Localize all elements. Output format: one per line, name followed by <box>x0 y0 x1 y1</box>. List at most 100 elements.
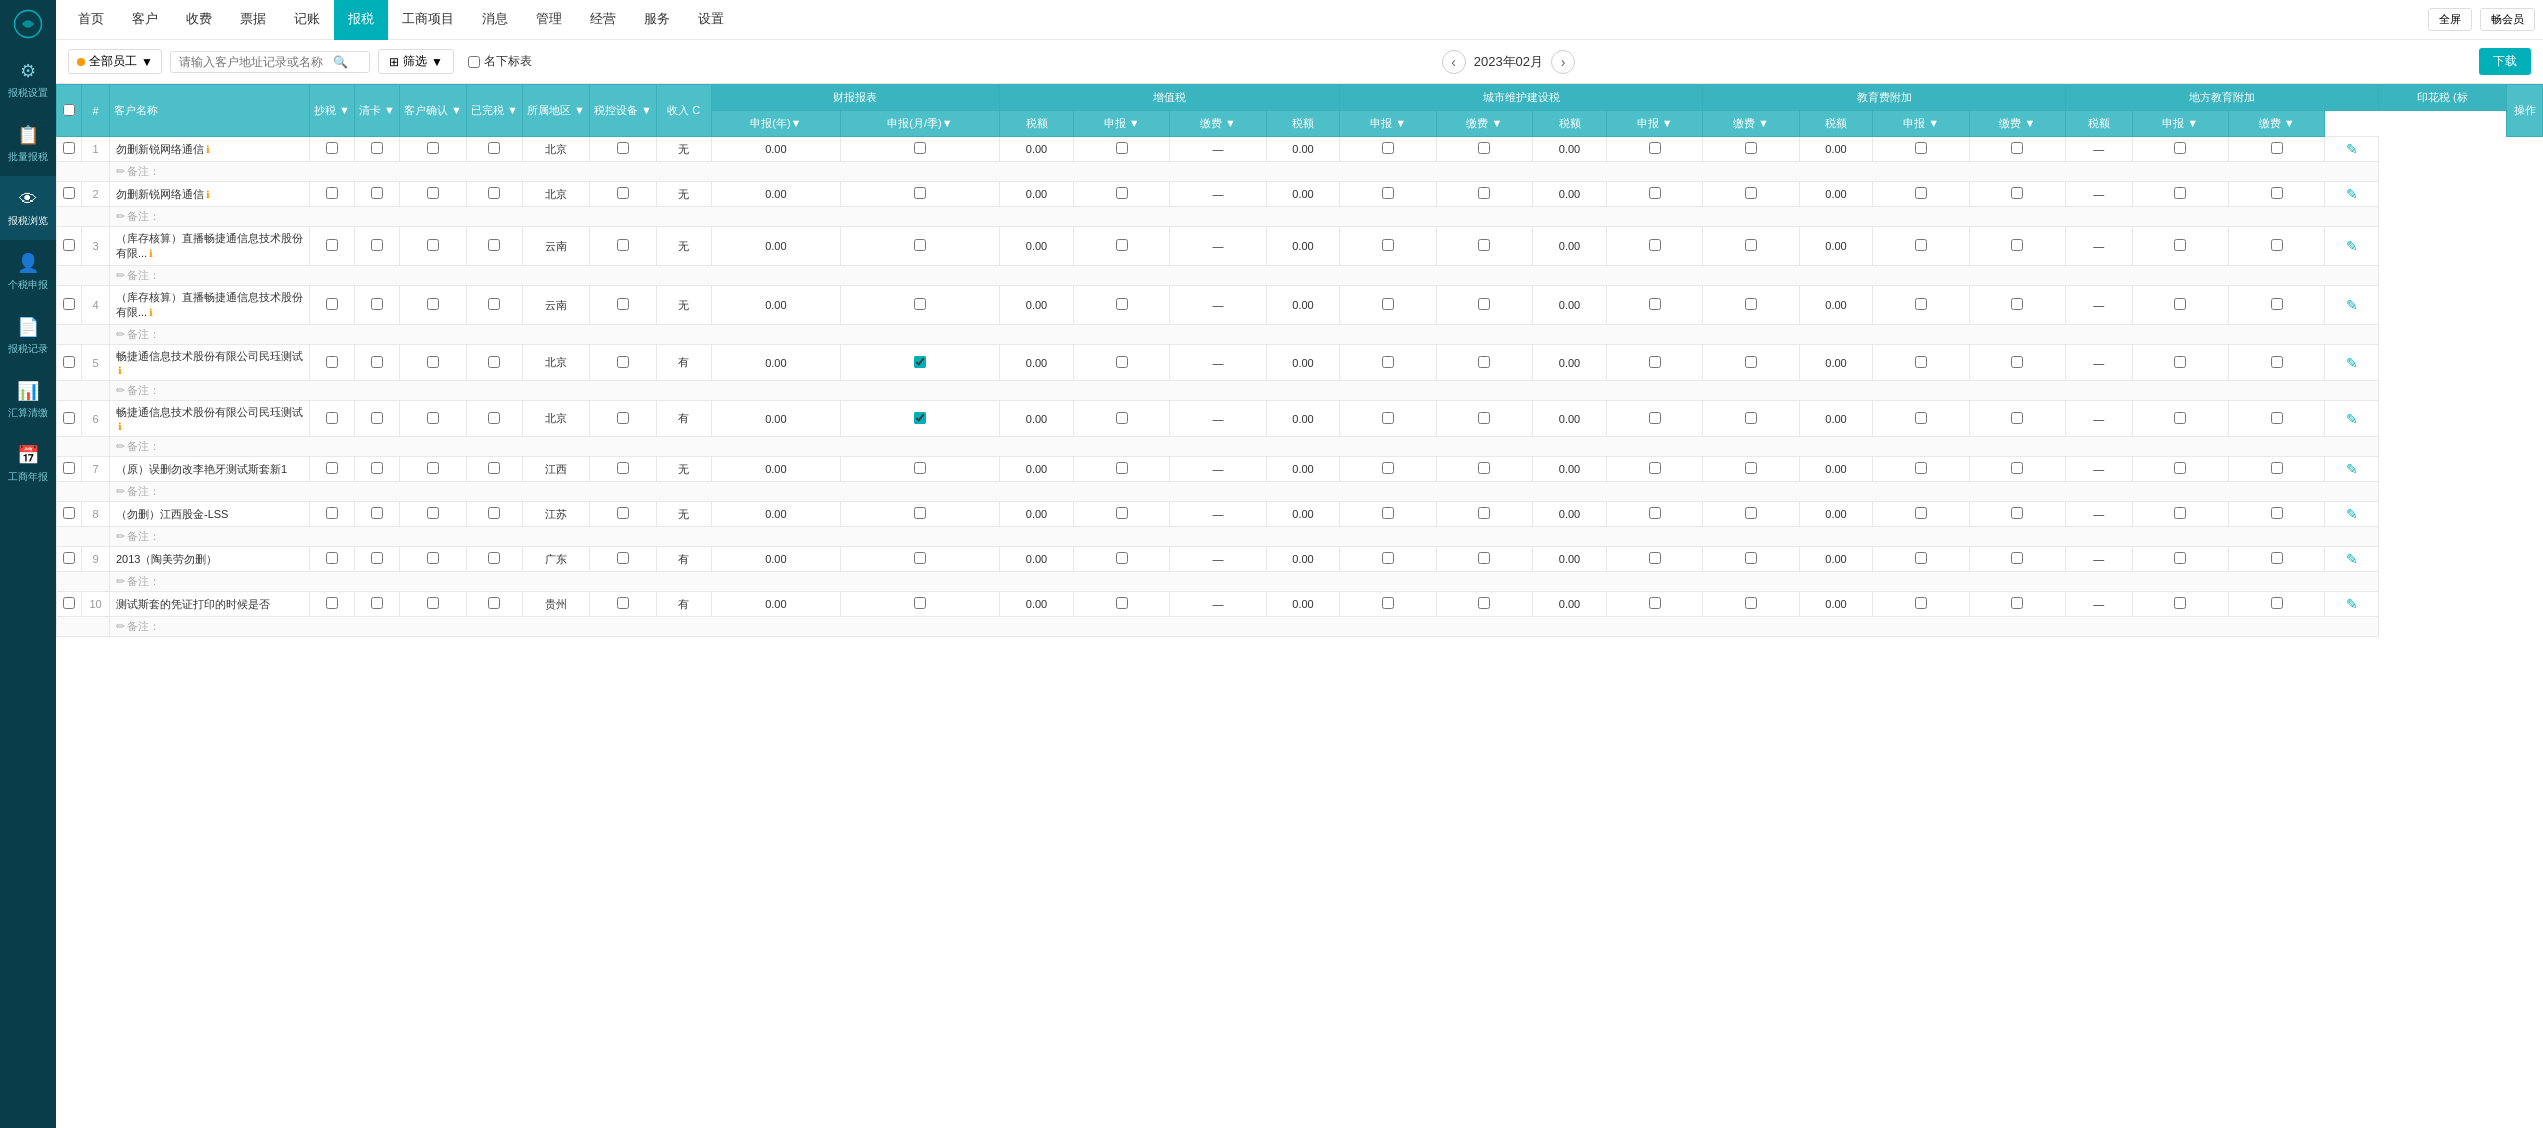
row-checkbox-cell[interactable] <box>57 137 82 162</box>
urban-paid-cell[interactable] <box>1436 182 1532 207</box>
vat-filed-checkbox[interactable] <box>1116 142 1128 154</box>
row-checkbox[interactable] <box>63 462 75 474</box>
edu-filed-checkbox[interactable] <box>1649 298 1661 310</box>
confirm-checkbox[interactable] <box>427 142 439 154</box>
qingka-checkbox[interactable] <box>371 462 383 474</box>
edu-filed-checkbox[interactable] <box>1649 142 1661 154</box>
qingka-cell[interactable] <box>355 592 400 617</box>
edit-icon[interactable]: ✎ <box>2346 297 2358 313</box>
stamp-filed-cell[interactable] <box>2132 286 2228 325</box>
edu-filed-cell[interactable] <box>1606 457 1702 482</box>
nav-operation[interactable]: 经营 <box>576 0 630 40</box>
edu-paid-checkbox[interactable] <box>1745 142 1757 154</box>
period-checkbox[interactable] <box>914 507 926 519</box>
device-cell[interactable] <box>589 227 656 266</box>
paid-checkbox[interactable] <box>488 298 500 310</box>
stamp-paid-cell[interactable] <box>2228 345 2324 381</box>
urban-filed-cell[interactable] <box>1340 457 1436 482</box>
local-filed-cell[interactable] <box>1873 345 1969 381</box>
edu-paid-checkbox[interactable] <box>1745 462 1757 474</box>
nav-business[interactable]: 工商项目 <box>388 0 468 40</box>
device-cell[interactable] <box>589 401 656 437</box>
urban-paid-cell[interactable] <box>1436 286 1532 325</box>
chaoshui-cell[interactable] <box>310 547 355 572</box>
local-paid-checkbox[interactable] <box>2011 412 2023 424</box>
select-all-checkbox[interactable] <box>63 104 75 116</box>
qingka-cell[interactable] <box>355 286 400 325</box>
period-checkbox[interactable] <box>914 412 926 424</box>
qingka-checkbox[interactable] <box>371 356 383 368</box>
edu-paid-checkbox[interactable] <box>1745 597 1757 609</box>
paid-cell[interactable] <box>466 457 522 482</box>
urban-filed-cell[interactable] <box>1340 401 1436 437</box>
local-paid-cell[interactable] <box>1969 592 2065 617</box>
vat-filed-cell[interactable] <box>1073 547 1169 572</box>
edu-filed-cell[interactable] <box>1606 401 1702 437</box>
urban-filed-cell[interactable] <box>1340 137 1436 162</box>
period-filed-cell[interactable] <box>840 547 999 572</box>
edu-filed-cell[interactable] <box>1606 345 1702 381</box>
stamp-filed-checkbox[interactable] <box>2174 597 2186 609</box>
urban-paid-cell[interactable] <box>1436 345 1532 381</box>
vat-filed-cell[interactable] <box>1073 345 1169 381</box>
chaoshui-cell[interactable] <box>310 592 355 617</box>
local-filed-cell[interactable] <box>1873 592 1969 617</box>
device-checkbox[interactable] <box>617 239 629 251</box>
row-checkbox-cell[interactable] <box>57 547 82 572</box>
stamp-filed-checkbox[interactable] <box>2174 356 2186 368</box>
edu-filed-cell[interactable] <box>1606 182 1702 207</box>
device-checkbox[interactable] <box>617 356 629 368</box>
chaoshui-cell[interactable] <box>310 345 355 381</box>
sidebar-item-tax-settings[interactable]: ⚙ 报税设置 <box>0 48 56 112</box>
local-filed-checkbox[interactable] <box>1915 552 1927 564</box>
stamp-filed-checkbox[interactable] <box>2174 552 2186 564</box>
urban-paid-checkbox[interactable] <box>1478 298 1490 310</box>
period-checkbox[interactable] <box>914 356 926 368</box>
stamp-paid-cell[interactable] <box>2228 182 2324 207</box>
edu-paid-cell[interactable] <box>1703 345 1799 381</box>
local-filed-cell[interactable] <box>1873 457 1969 482</box>
edit-cell[interactable]: ✎ <box>2325 182 2379 207</box>
period-filed-cell[interactable] <box>840 401 999 437</box>
confirm-checkbox[interactable] <box>427 507 439 519</box>
edit-icon[interactable]: ✎ <box>2346 355 2358 371</box>
qingka-cell[interactable] <box>355 345 400 381</box>
stamp-paid-checkbox[interactable] <box>2271 507 2283 519</box>
local-paid-cell[interactable] <box>1969 137 2065 162</box>
edit-cell[interactable]: ✎ <box>2325 227 2379 266</box>
search-input[interactable] <box>179 55 329 69</box>
confirm-cell[interactable] <box>400 592 467 617</box>
filter-button[interactable]: ⊞ 筛选 ▼ <box>378 49 454 74</box>
paid-checkbox[interactable] <box>488 412 500 424</box>
nav-home[interactable]: 首页 <box>64 0 118 40</box>
period-checkbox[interactable] <box>914 552 926 564</box>
qingka-checkbox[interactable] <box>371 597 383 609</box>
urban-paid-checkbox[interactable] <box>1478 356 1490 368</box>
period-checkbox[interactable] <box>914 187 926 199</box>
vat-filed-cell[interactable] <box>1073 592 1169 617</box>
vat-filed-checkbox[interactable] <box>1116 187 1128 199</box>
stamp-filed-cell[interactable] <box>2132 502 2228 527</box>
sidebar-item-personal-tax[interactable]: 👤 个税申报 <box>0 240 56 304</box>
edu-filed-checkbox[interactable] <box>1649 187 1661 199</box>
local-filed-checkbox[interactable] <box>1915 597 1927 609</box>
confirm-cell[interactable] <box>400 227 467 266</box>
sidebar-item-summary[interactable]: 📊 汇算清缴 <box>0 368 56 432</box>
confirm-checkbox[interactable] <box>427 356 439 368</box>
edu-filed-checkbox[interactable] <box>1649 507 1661 519</box>
chaoshui-checkbox[interactable] <box>326 298 338 310</box>
period-filed-cell[interactable] <box>840 592 999 617</box>
edit-icon[interactable]: ✎ <box>2346 411 2358 427</box>
period-filed-cell[interactable] <box>840 457 999 482</box>
chaoshui-cell[interactable] <box>310 182 355 207</box>
vat-filed-cell[interactable] <box>1073 502 1169 527</box>
row-checkbox[interactable] <box>63 298 75 310</box>
device-checkbox[interactable] <box>617 142 629 154</box>
urban-filed-checkbox[interactable] <box>1382 142 1394 154</box>
chaoshui-checkbox[interactable] <box>326 412 338 424</box>
urban-filed-checkbox[interactable] <box>1382 239 1394 251</box>
paid-cell[interactable] <box>466 547 522 572</box>
confirm-checkbox[interactable] <box>427 462 439 474</box>
edu-paid-cell[interactable] <box>1703 182 1799 207</box>
chaoshui-checkbox[interactable] <box>326 552 338 564</box>
